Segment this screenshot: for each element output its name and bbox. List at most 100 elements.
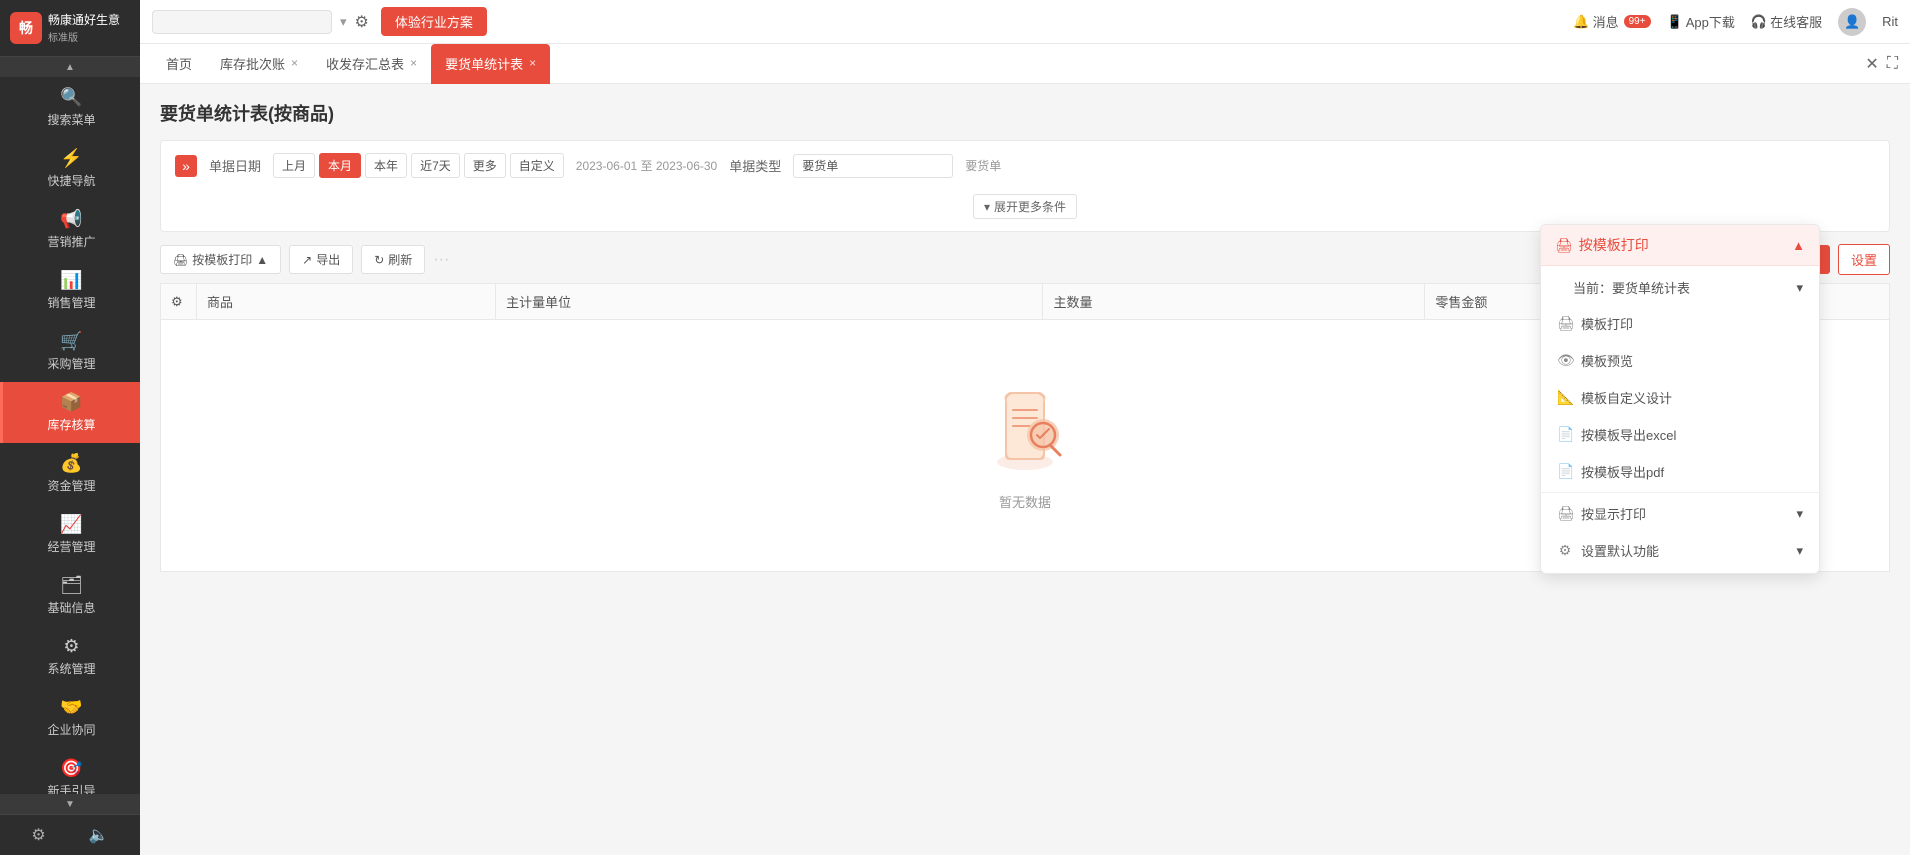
dropdown-item-template-custom[interactable]: 📐 模板自定义设计	[1541, 379, 1819, 416]
sidebar: 畅 畅康通好生意 标准版 ▲ 🔍 搜索菜单 ⚡ 快捷导航 📢 营销推广 📊 销售…	[0, 0, 140, 855]
sidebar-label-purchase: 采购管理	[47, 355, 95, 372]
user-name: Rit	[1882, 14, 1898, 29]
export-icon: ↗	[302, 253, 312, 267]
printer-icon: 🖨	[173, 253, 188, 267]
date-btn-近7天[interactable]: 近7天	[411, 153, 460, 178]
tab-order-stats[interactable]: 要货单统计表 ×	[431, 44, 550, 84]
th-1: 商品	[197, 284, 496, 320]
sidebar-icon-sales: 📊	[60, 270, 82, 291]
expand-more-btn[interactable]: ▾ 展开更多条件	[973, 194, 1077, 219]
sidebar-settings-icon[interactable]: ⚙	[31, 825, 45, 845]
tab-label-order-stats: 要货单统计表	[445, 54, 523, 73]
sidebar-item-guide[interactable]: 🎯 新手引导	[0, 748, 140, 794]
print-dropdown-body: 当前：要货单统计表 ▾ 🖨 模板打印 👁 模板预览 📐 模板自定义设计 📄 按模…	[1541, 266, 1819, 573]
sidebar-scroll-up[interactable]: ▲	[0, 57, 140, 77]
sidebar-item-enterprise[interactable]: 🤝 企业协同	[0, 687, 140, 748]
app-download-btn[interactable]: 📱 App下载	[1667, 12, 1735, 31]
logo-icon: 畅	[10, 12, 42, 44]
date-btn-更多[interactable]: 更多	[464, 153, 506, 178]
print-dropdown-title: 🖨 按模板打印	[1555, 235, 1649, 255]
date-range-text: 2023-06-01 至 2023-06-30	[576, 157, 717, 174]
avatar[interactable]: 👤	[1838, 8, 1866, 36]
filter-expand-btn[interactable]: »	[175, 155, 197, 177]
dropdown-label-template-preview: 模板预览	[1581, 351, 1633, 370]
sidebar-icon-operations: 📈	[60, 514, 82, 535]
sidebar-audio-icon[interactable]: 🔈	[89, 825, 109, 845]
sidebar-item-inventory[interactable]: 📦 库存核算	[0, 382, 140, 443]
page-content: 要货单统计表(按商品) » 单据日期 上月本月本年近7天更多自定义 2023-0…	[140, 84, 1910, 855]
export-btn[interactable]: ↗ 导出	[289, 245, 353, 274]
dropdown-item-template-print[interactable]: 🖨 模板打印	[1541, 305, 1819, 342]
mobile-icon: 📱	[1667, 14, 1683, 30]
dropdown-item-template-preview[interactable]: 👁 模板预览	[1541, 342, 1819, 379]
sidebar-item-marketing[interactable]: 📢 营销推广	[0, 199, 140, 260]
filter-bar: » 单据日期 上月本月本年近7天更多自定义 2023-06-01 至 2023-…	[160, 140, 1890, 232]
search-dropdown-icon[interactable]: ▾	[340, 14, 347, 30]
headset-icon: 🎧	[1751, 14, 1767, 30]
sidebar-item-system[interactable]: ⚙ 系统管理	[0, 626, 140, 687]
sidebar-icon-shortcut: ⚡	[60, 148, 82, 169]
th-2: 主计量单位	[496, 284, 1043, 320]
sidebar-label-guide: 新手引导	[47, 782, 95, 794]
print-dropdown-toggle[interactable]: ▲	[256, 253, 268, 267]
sidebar-item-finance[interactable]: 💰 资金管理	[0, 443, 140, 504]
notifications-btn[interactable]: 🔔 消息 99+	[1573, 12, 1650, 31]
sidebar-item-sales[interactable]: 📊 销售管理	[0, 260, 140, 321]
dropdown-item-set-default[interactable]: ⚙ 设置默认功能 ▾	[1541, 532, 1819, 569]
topbar-settings-icon[interactable]: ⚙	[355, 12, 369, 32]
refresh-icon: ↻	[374, 253, 384, 267]
current-template-item[interactable]: 当前：要货单统计表 ▾	[1541, 270, 1819, 305]
dropdown-icon-template-print: 🖨	[1557, 315, 1573, 332]
print-dropdown: 🖨 按模板打印 ▲ 当前：要货单统计表 ▾ 🖨 模板打印 👁 模板预览 📐 模板…	[1540, 224, 1820, 574]
tabs-bar: 首页库存批次账 ×收发存汇总表 ×要货单统计表 × ✕ ⛶	[140, 44, 1910, 84]
sidebar-item-purchase[interactable]: 🛒 采购管理	[0, 321, 140, 382]
date-btn-上月[interactable]: 上月	[273, 153, 315, 178]
print-dropdown-collapse-icon[interactable]: ▲	[1792, 238, 1805, 253]
refresh-btn[interactable]: ↻ 刷新	[361, 245, 425, 274]
dropdown-item-template-export-pdf[interactable]: 📄 按模板导出pdf	[1541, 453, 1819, 490]
tab-receipt-summary[interactable]: 收发存汇总表 ×	[312, 44, 431, 84]
search-input[interactable]	[152, 10, 332, 34]
type-filter-select[interactable]: 要货单	[793, 154, 953, 178]
sidebar-label-sales: 销售管理	[47, 294, 95, 311]
date-btn-自定义[interactable]: 自定义	[510, 153, 564, 178]
sidebar-item-operations[interactable]: 📈 经营管理	[0, 504, 140, 565]
sidebar-icon-finance: 💰	[60, 453, 82, 474]
print-template-btn[interactable]: 🖨 按模板打印 ▲	[160, 245, 281, 274]
trial-btn[interactable]: 体验行业方案	[381, 7, 487, 36]
tabs-expand-icon[interactable]: ⛶	[1887, 55, 1898, 73]
settings-btn[interactable]: 设置	[1838, 244, 1890, 275]
tab-close-receipt-summary[interactable]: ×	[410, 56, 417, 70]
tabs-close-all-icon[interactable]: ✕	[1865, 54, 1878, 74]
date-filter-label: 单据日期	[209, 156, 261, 175]
page-title: 要货单统计表(按商品)	[160, 100, 1890, 126]
sidebar-icon-basic: 🗂	[60, 575, 83, 596]
dropdown-label-template-export-pdf: 按模板导出pdf	[1581, 462, 1664, 481]
sidebar-scroll-down[interactable]: ▼	[0, 794, 140, 814]
dropdown-icon-template-export-pdf: 📄	[1557, 463, 1573, 480]
tab-close-inventory-batch[interactable]: ×	[291, 56, 298, 70]
sidebar-icon-system: ⚙	[63, 636, 79, 657]
notification-badge: 99+	[1624, 15, 1651, 28]
sidebar-label-finance: 资金管理	[47, 477, 95, 494]
tab-inventory-batch[interactable]: 库存批次账 ×	[206, 44, 312, 84]
online-service-btn[interactable]: 🎧 在线客服	[1751, 12, 1822, 31]
sidebar-item-shortcut[interactable]: ⚡ 快捷导航	[0, 138, 140, 199]
date-btn-本月[interactable]: 本月	[319, 153, 361, 178]
dropdown-item-display-print[interactable]: 🖨 按显示打印 ▾	[1541, 495, 1819, 532]
tab-home[interactable]: 首页	[152, 44, 206, 84]
sidebar-label-basic: 基础信息	[47, 599, 95, 616]
th-3: 主数量	[1043, 284, 1425, 320]
tab-close-order-stats[interactable]: ×	[529, 56, 536, 70]
table-settings-icon[interactable]: ⚙	[171, 294, 183, 309]
sidebar-icon-purchase: 🛒	[60, 331, 82, 352]
more-icon[interactable]: ···	[433, 251, 449, 269]
sidebar-label-system: 系统管理	[47, 660, 95, 677]
sidebar-item-basic[interactable]: 🗂 基础信息	[0, 565, 140, 626]
dropdown-item-template-export-excel[interactable]: 📄 按模板导出excel	[1541, 416, 1819, 453]
dropdown-label-set-default: 设置默认功能	[1581, 541, 1659, 560]
date-btn-本年[interactable]: 本年	[365, 153, 407, 178]
sidebar-item-search[interactable]: 🔍 搜索菜单	[0, 77, 140, 138]
print-dropdown-items: 🖨 模板打印 👁 模板预览 📐 模板自定义设计 📄 按模板导出excel 📄 按…	[1541, 305, 1819, 569]
expand-icon: ▾	[984, 200, 990, 214]
